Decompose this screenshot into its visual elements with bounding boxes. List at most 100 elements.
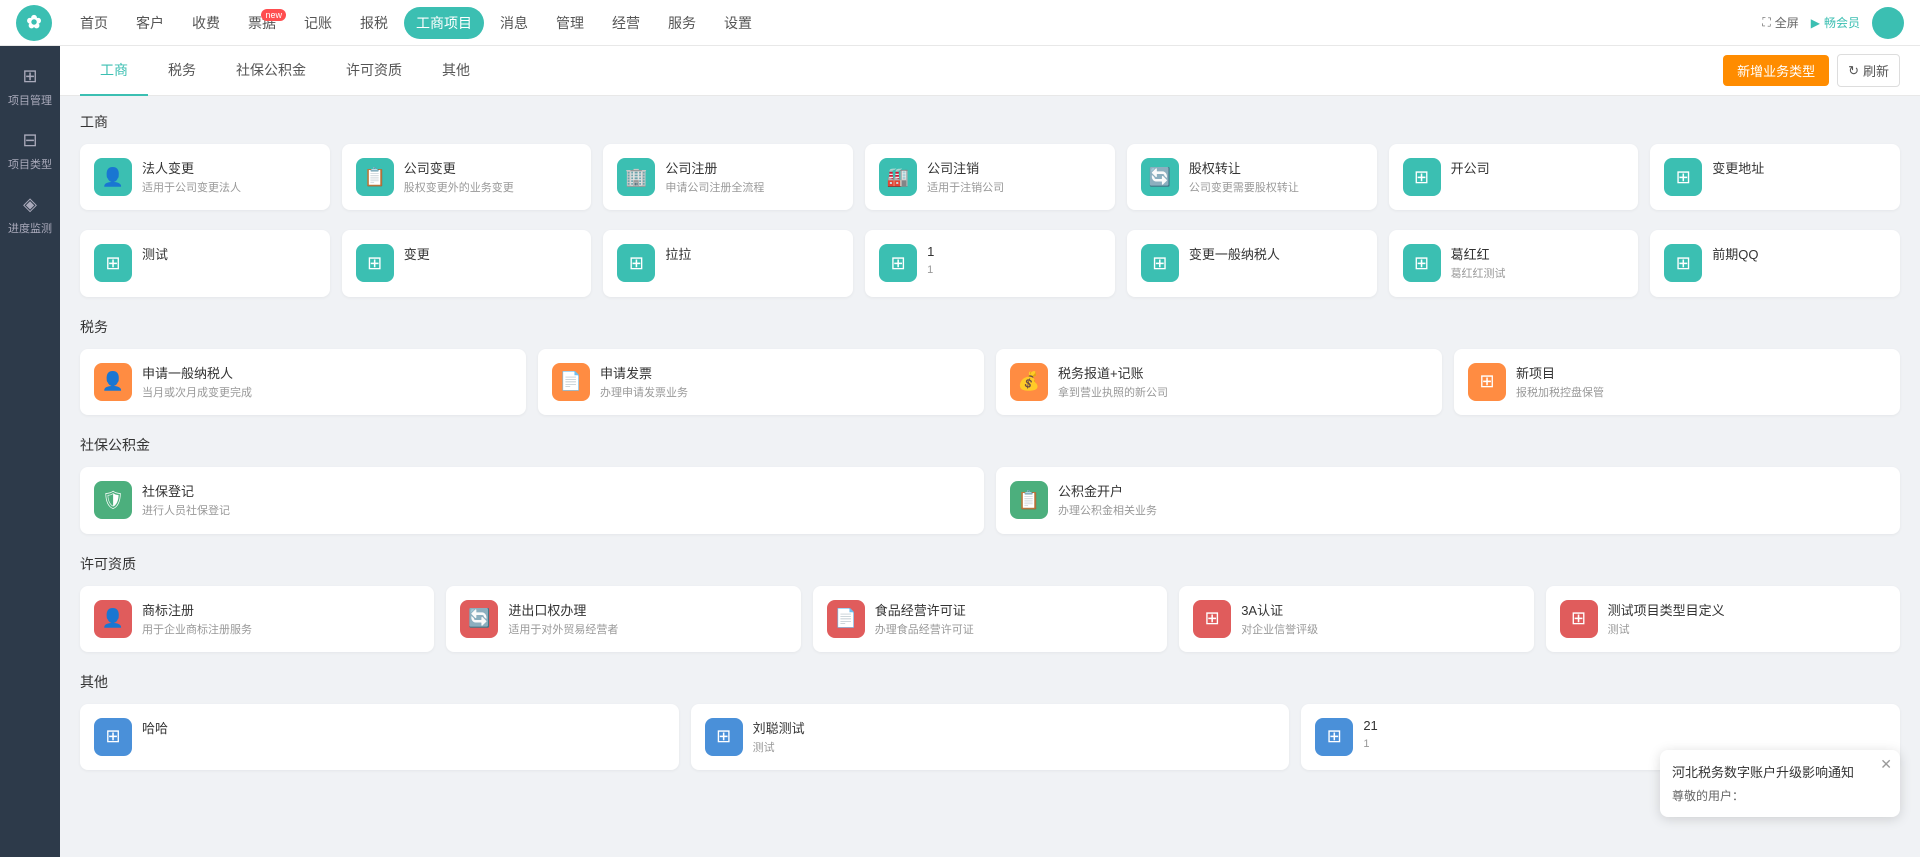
fullscreen-button[interactable]: ⛶ 全屏 xyxy=(1762,14,1798,31)
nav-service[interactable]: 服务 xyxy=(656,7,708,39)
nav-home[interactable]: 首页 xyxy=(68,7,120,39)
new-badge: new xyxy=(261,9,286,21)
gongshang-card-grid-2: ⊞ 测试 ⊞ 变更 ⊞ 拉拉 xyxy=(80,230,1900,296)
card-icon-food-license: 📄 xyxy=(827,600,865,638)
card-info-ge-hongong: 葛红红 葛红红测试 xyxy=(1451,244,1625,282)
card-test-type[interactable]: ⊞ 测试项目类型目定义 测试 xyxy=(1546,586,1900,652)
member-button[interactable]: ▶ 畅会员 xyxy=(1811,14,1860,31)
new-type-button[interactable]: 新增业务类型 xyxy=(1723,55,1829,86)
card-tax-bookkeeping[interactable]: 💰 税务报道+记账 拿到营业执照的新公司 xyxy=(996,349,1442,415)
card-info-change-address: 变更地址 xyxy=(1712,158,1886,181)
user-avatar[interactable] xyxy=(1872,7,1904,39)
tab-other[interactable]: 其他 xyxy=(422,46,490,96)
sidebar-label-project-management: 项目管理 xyxy=(8,92,52,108)
sidebar-label-progress-monitor: 进度监测 xyxy=(8,220,52,236)
card-food-license[interactable]: 📄 食品经营许可证 办理食品经营许可证 xyxy=(813,586,1167,652)
tabs-actions: 新增业务类型 ↻ 刷新 xyxy=(1723,54,1900,87)
card-trademark[interactable]: 👤 商标注册 用于企业商标注册服务 xyxy=(80,586,434,652)
card-info-legal-change: 法人变更 适用于公司变更法人 xyxy=(142,158,316,196)
nav-fee[interactable]: 收费 xyxy=(180,7,232,39)
nav-settings[interactable]: 设置 xyxy=(712,7,764,39)
card-qianqi-qq[interactable]: ⊞ 前期QQ xyxy=(1650,230,1900,296)
card-desc-tax-bookkeeping: 拿到营业执照的新公司 xyxy=(1058,386,1428,401)
card-name-company-change: 公司变更 xyxy=(404,158,578,177)
nav-manage[interactable]: 管理 xyxy=(544,7,596,39)
play-icon: ▶ xyxy=(1811,16,1820,30)
card-3a-cert[interactable]: ⊞ 3A认证 对企业信誉评级 xyxy=(1179,586,1533,652)
card-import-export[interactable]: 🔄 进出口权办理 适用于对外贸易经营者 xyxy=(446,586,800,652)
card-info-trademark: 商标注册 用于企业商标注册服务 xyxy=(142,600,420,638)
logo[interactable]: ✿ xyxy=(16,5,52,41)
card-icon-new-project: ⊞ xyxy=(1468,363,1506,401)
card-icon-apply-taxpayer: 👤 xyxy=(94,363,132,401)
card-info-qianqi-qq: 前期QQ xyxy=(1712,244,1886,267)
card-info-food-license: 食品经营许可证 办理食品经营许可证 xyxy=(875,600,1153,638)
card-info-3a-cert: 3A认证 对企业信誉评级 xyxy=(1241,600,1519,638)
sidebar-item-project-management[interactable]: ⊞ 项目管理 xyxy=(0,54,60,118)
card-info-equity-transfer: 股权转让 公司变更需要股权转让 xyxy=(1189,158,1363,196)
card-name-change-taxpayer: 变更一般纳税人 xyxy=(1189,244,1363,263)
sidebar-item-progress-monitor[interactable]: ◈ 进度监测 xyxy=(0,182,60,246)
card-desc-test-type: 测试 xyxy=(1608,623,1886,638)
card-icon-1: ⊞ xyxy=(879,244,917,282)
card-change-taxpayer[interactable]: ⊞ 变更一般纳税人 xyxy=(1127,230,1377,296)
notif-close-button[interactable]: ✕ xyxy=(1880,756,1892,773)
card-icon-change2: ⊞ xyxy=(356,244,394,282)
xuke-card-grid: 👤 商标注册 用于企业商标注册服务 🔄 进出口权办理 适用于对外贸易经营者 📄 xyxy=(80,586,1900,652)
nav-operation[interactable]: 经营 xyxy=(600,7,652,39)
nav-customer[interactable]: 客户 xyxy=(124,7,176,39)
sidebar-item-project-type[interactable]: ⊟ 项目类型 xyxy=(0,118,60,182)
gongshang-card-grid-1: 👤 法人变更 适用于公司变更法人 📋 公司变更 股权变更外的业务变更 🏢 xyxy=(80,144,1900,210)
card-desc-company-register: 申请公司注册全流程 xyxy=(665,181,839,196)
card-name-qianqi-qq: 前期QQ xyxy=(1712,244,1886,263)
card-test[interactable]: ⊞ 测试 xyxy=(80,230,330,296)
nav-industry[interactable]: 工商项目 xyxy=(404,7,484,39)
card-change-address[interactable]: ⊞ 变更地址 xyxy=(1650,144,1900,210)
tab-shebao[interactable]: 社保公积金 xyxy=(216,46,326,96)
content-area: 工商 👤 法人变更 适用于公司变更法人 📋 公司变更 股权变更外的业务变更 xyxy=(60,96,1920,806)
card-company-cancel[interactable]: 🏭 公司注销 适用于注销公司 xyxy=(865,144,1115,210)
card-apply-invoice[interactable]: 📄 申请发票 办理申请发票业务 xyxy=(538,349,984,415)
card-name-change-address: 变更地址 xyxy=(1712,158,1886,177)
top-nav: ✿ 首页 客户 收费 票据 new 记账 报税 工商项目 消息 管理 经营 服务… xyxy=(0,0,1920,46)
nav-tax[interactable]: 报税 xyxy=(348,7,400,39)
card-new-project[interactable]: ⊞ 新项目 报税加税控盘保管 xyxy=(1454,349,1900,415)
card-desc-apply-taxpayer: 当月或次月成变更完成 xyxy=(142,386,512,401)
card-change2[interactable]: ⊞ 变更 xyxy=(342,230,592,296)
section-other: 其他 ⊞ 哈哈 ⊞ 刘聪测试 测试 ⊞ xyxy=(80,672,1900,770)
grid-icon: ⊞ xyxy=(18,64,42,88)
tab-gongshang[interactable]: 工商 xyxy=(80,46,148,96)
card-haha[interactable]: ⊞ 哈哈 xyxy=(80,704,679,770)
card-info-new-project: 新项目 报税加税控盘保管 xyxy=(1516,363,1886,401)
card-equity-transfer[interactable]: 🔄 股权转让 公司变更需要股权转让 xyxy=(1127,144,1377,210)
card-company-change[interactable]: 📋 公司变更 股权变更外的业务变更 xyxy=(342,144,592,210)
nav-ticket[interactable]: 票据 new xyxy=(236,7,288,39)
nav-message[interactable]: 消息 xyxy=(488,7,540,39)
monitor-icon: ◈ xyxy=(18,192,42,216)
refresh-icon: ↻ xyxy=(1848,63,1859,79)
card-icon-company-cancel: 🏭 xyxy=(879,158,917,196)
card-lala[interactable]: ⊞ 拉拉 xyxy=(603,230,853,296)
refresh-button[interactable]: ↻ 刷新 xyxy=(1837,54,1900,87)
card-company-register[interactable]: 🏢 公司注册 申请公司注册全流程 xyxy=(603,144,853,210)
card-liucong-test[interactable]: ⊞ 刘聪测试 测试 xyxy=(691,704,1290,770)
tab-xuke[interactable]: 许可资质 xyxy=(326,46,422,96)
card-open-company[interactable]: ⊞ 开公司 xyxy=(1389,144,1639,210)
card-name-import-export: 进出口权办理 xyxy=(508,600,786,619)
card-legal-change[interactable]: 👤 法人变更 适用于公司变更法人 xyxy=(80,144,330,210)
card-icon-company-register: 🏢 xyxy=(617,158,655,196)
card-name-equity-transfer: 股权转让 xyxy=(1189,158,1363,177)
card-provident-fund[interactable]: 📋 公积金开户 办理公积金相关业务 xyxy=(996,467,1900,533)
card-name-social-register: 社保登记 xyxy=(142,481,970,500)
tab-shuiwu[interactable]: 税务 xyxy=(148,46,216,96)
card-apply-taxpayer[interactable]: 👤 申请一般纳税人 当月或次月成变更完成 xyxy=(80,349,526,415)
card-info-test-type: 测试项目类型目定义 测试 xyxy=(1608,600,1886,638)
section-title-shuiwu: 税务 xyxy=(80,317,1900,337)
other-card-grid: ⊞ 哈哈 ⊞ 刘聪测试 测试 ⊞ 21 xyxy=(80,704,1900,770)
card-ge-honghong[interactable]: ⊞ 葛红红 葛红红测试 xyxy=(1389,230,1639,296)
card-1[interactable]: ⊞ 1 1 xyxy=(865,230,1115,296)
card-info-liucong-test: 刘聪测试 测试 xyxy=(753,718,1276,756)
card-info-change2: 变更 xyxy=(404,244,578,267)
card-social-register[interactable]: 🛡 社保登记 进行人员社保登记 xyxy=(80,467,984,533)
nav-bookkeeping[interactable]: 记账 xyxy=(292,7,344,39)
